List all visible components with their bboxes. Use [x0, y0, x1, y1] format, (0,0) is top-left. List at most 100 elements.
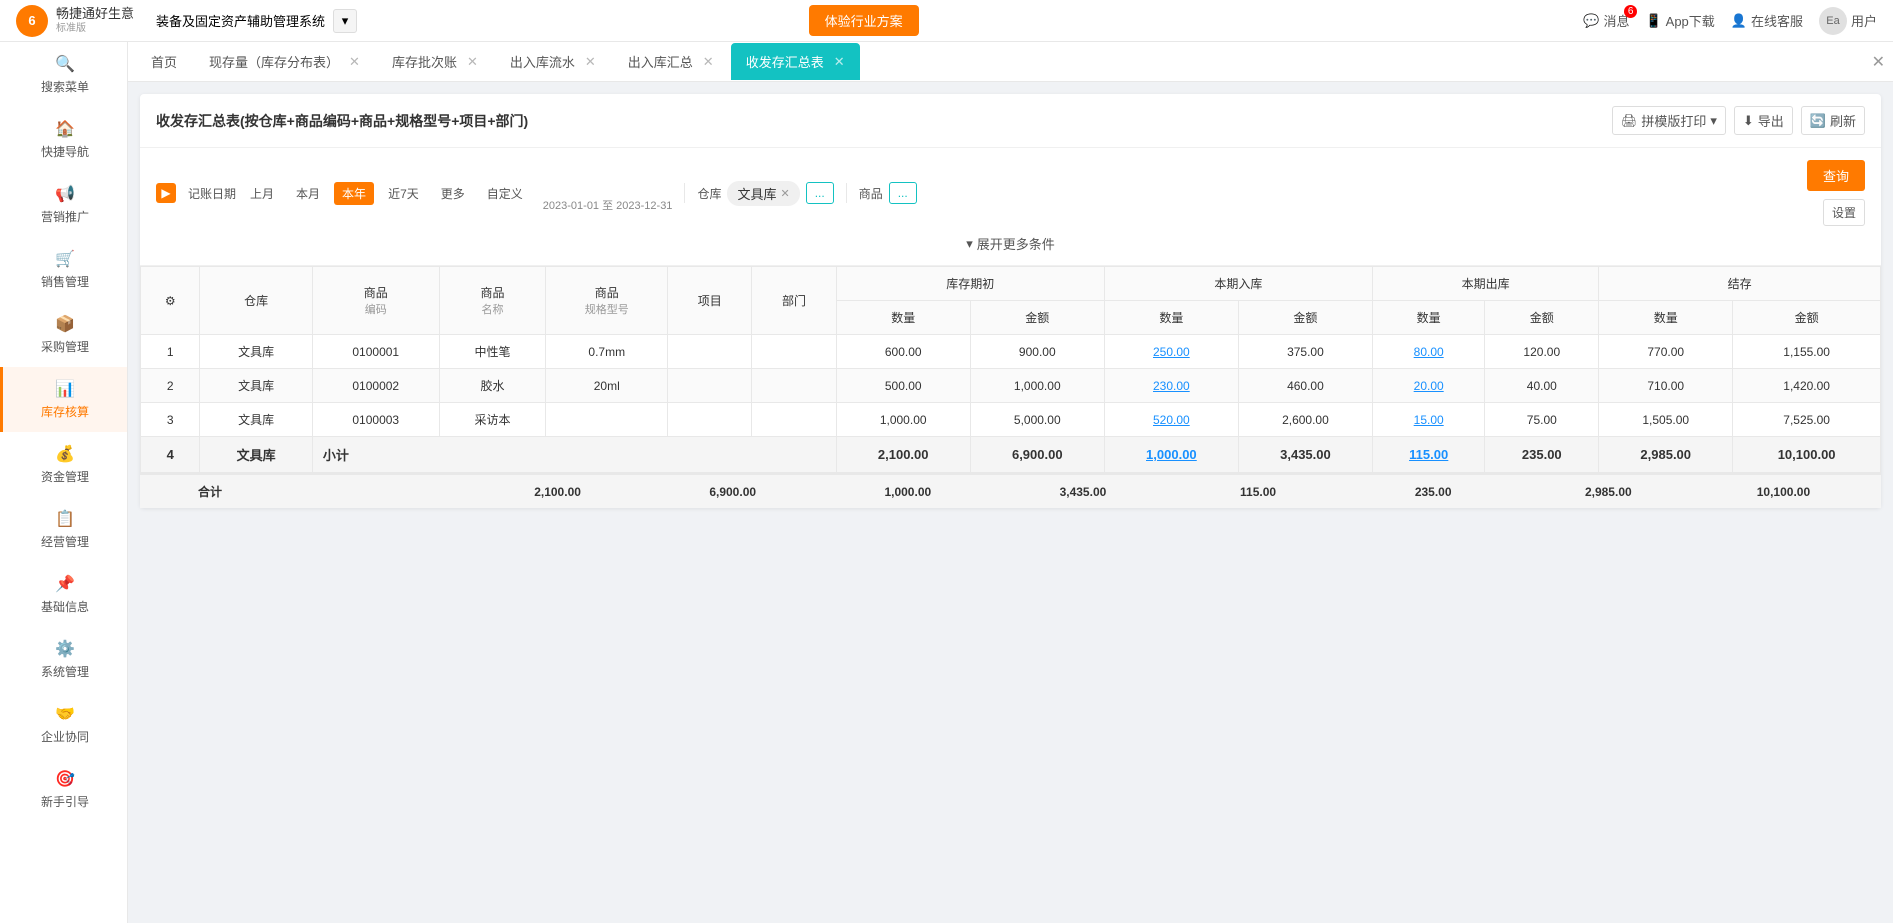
th-settings[interactable]: ⚙ — [141, 267, 200, 335]
tab-inventory-dist-close[interactable]: ✕ — [349, 54, 360, 70]
row-name: 胶水 — [439, 369, 546, 403]
row-bal-amt: 7,525.00 — [1733, 403, 1881, 437]
sub-in-qty[interactable]: 1,000.00 — [1104, 437, 1238, 473]
app-download-item[interactable]: 📱 App下载 — [1645, 11, 1714, 30]
expand-label: 展开更多条件 — [977, 234, 1055, 253]
row-code: 0100002 — [312, 369, 439, 403]
enterprise-icon: 🤝 — [55, 704, 75, 724]
th-warehouse: 仓库 — [200, 267, 312, 335]
sub-in-amt: 3,435.00 — [1238, 437, 1372, 473]
sub-out-qty[interactable]: 115.00 — [1372, 437, 1484, 473]
operation-icon: 📋 — [55, 509, 75, 529]
online-service-item[interactable]: 👤 在线客服 — [1731, 11, 1803, 30]
goods-filter-field: 商品 ... — [859, 182, 917, 204]
date-label: 记账日期 — [188, 185, 236, 202]
sidebar-item-quicknav[interactable]: 🏠 快捷导航 — [0, 107, 127, 172]
sidebar-item-basic[interactable]: 📌 基础信息 — [0, 562, 127, 627]
tab-inout-flow[interactable]: 出入库流水 ✕ — [495, 43, 611, 80]
user-item[interactable]: Ea 用户 — [1819, 7, 1877, 35]
print-btn[interactable]: 🖨 拼模版打印 ▾ — [1612, 106, 1726, 135]
app-icon: 📱 — [1645, 13, 1661, 29]
row-init-qty: 600.00 — [836, 335, 970, 369]
sidebar-item-inventory[interactable]: 📊 库存核算 — [0, 367, 127, 432]
tab-recv-send-close[interactable]: ✕ — [834, 54, 845, 70]
date-btn-last-month[interactable]: 上月 — [242, 182, 282, 205]
settings-button[interactable]: 设置 — [1823, 199, 1865, 226]
sidebar-item-enterprise[interactable]: 🤝 企业协同 — [0, 692, 127, 757]
row-spec: 20ml — [546, 369, 668, 403]
tab-home[interactable]: 首页 — [136, 43, 192, 80]
title-actions: 🖨 拼模版打印 ▾ ⬇ 导出 🔄 刷新 — [1612, 106, 1865, 135]
query-button[interactable]: 查询 — [1807, 160, 1865, 191]
expand-conditions-btn[interactable]: ▾ 展开更多条件 — [966, 234, 1055, 253]
sidebar-item-system[interactable]: ⚙️ 系统管理 — [0, 627, 127, 692]
sidebar-inventory-label: 库存核算 — [41, 403, 89, 420]
tab-batch-ledger-close[interactable]: ✕ — [467, 54, 478, 70]
tab-bar-close-all[interactable]: ✕ — [1872, 52, 1885, 72]
sub-init-amt: 6,900.00 — [970, 437, 1104, 473]
filter-area: ▶ 记账日期 上月 本月 本年 近7天 更多 自定义 — [140, 148, 1881, 266]
th-project: 项目 — [668, 267, 752, 335]
th-in-stock: 本期入库 — [1104, 267, 1372, 301]
content-area: 首页 现存量（库存分布表） ✕ 库存批次账 ✕ 出入库流水 ✕ 出入库汇总 ✕ … — [128, 42, 1893, 923]
row-spec — [546, 403, 668, 437]
warehouse-tag-close[interactable]: ✕ — [780, 187, 789, 200]
sidebar-search-label: 搜索菜单 — [41, 78, 89, 95]
sidebar-item-operation[interactable]: 📋 经营管理 — [0, 497, 127, 562]
th-name: 商品名称 — [439, 267, 546, 335]
row-dept — [752, 335, 836, 369]
experience-button[interactable]: 体验行业方案 — [809, 5, 919, 36]
message-badge: 6 — [1624, 5, 1638, 18]
th-out-amt: 金额 — [1485, 301, 1599, 335]
sidebar-item-sales[interactable]: 🛒 销售管理 — [0, 237, 127, 302]
sidebar-item-finance[interactable]: 💰 资金管理 — [0, 432, 127, 497]
date-btn-this-month[interactable]: 本月 — [288, 182, 328, 205]
tab-inventory-dist[interactable]: 现存量（库存分布表） ✕ — [194, 43, 375, 80]
sidebar-operation-label: 经营管理 — [41, 533, 89, 550]
tab-inout-flow-close[interactable]: ✕ — [585, 54, 596, 70]
tab-recv-send[interactable]: 收发存汇总表 ✕ — [731, 43, 860, 80]
total-bal-amt: 10,100.00 — [1696, 485, 1871, 499]
date-btn-this-year[interactable]: 本年 — [334, 182, 374, 205]
row-in-qty[interactable]: 230.00 — [1104, 369, 1238, 403]
total-out-amt: 235.00 — [1346, 485, 1521, 499]
row-in-amt: 460.00 — [1238, 369, 1372, 403]
row-name: 采访本 — [439, 403, 546, 437]
warehouse-tag-text: 文具库 — [737, 184, 776, 203]
sidebar-item-guide[interactable]: 🎯 新手引导 — [0, 757, 127, 822]
row-in-qty[interactable]: 520.00 — [1104, 403, 1238, 437]
tab-inout-summary[interactable]: 出入库汇总 ✕ — [613, 43, 729, 80]
message-item[interactable]: 💬 消息 6 — [1583, 11, 1629, 30]
sidebar-item-marketing[interactable]: 📢 营销推广 — [0, 172, 127, 237]
th-bal-amt: 金额 — [1733, 301, 1881, 335]
date-btn-more[interactable]: 更多 — [433, 182, 473, 205]
app-download-label: App下载 — [1666, 11, 1715, 30]
date-btn-custom[interactable]: 自定义 — [479, 182, 531, 205]
print-icon: 🖨 — [1621, 113, 1638, 129]
filter-toggle-arrow[interactable]: ▶ — [156, 183, 176, 203]
date-btn-7days[interactable]: 近7天 — [380, 182, 427, 205]
tab-inout-summary-close[interactable]: ✕ — [703, 54, 714, 70]
tab-batch-ledger[interactable]: 库存批次账 ✕ — [377, 43, 493, 80]
row-init-qty: 500.00 — [836, 369, 970, 403]
sidebar-item-search[interactable]: 🔍 搜索菜单 — [0, 42, 127, 107]
logo-area: 6 畅捷通好生意 标准版 — [16, 5, 144, 37]
row-out-qty[interactable]: 80.00 — [1372, 335, 1484, 369]
warehouse-more-btn[interactable]: ... — [806, 182, 834, 204]
brand-name: 畅捷通好生意 — [56, 6, 134, 23]
row-no: 1 — [141, 335, 200, 369]
sidebar-marketing-label: 营销推广 — [41, 208, 89, 225]
filter-separator-1 — [684, 183, 685, 203]
row-in-qty[interactable]: 250.00 — [1104, 335, 1238, 369]
top-header: 6 畅捷通好生意 标准版 装备及固定资产辅助管理系统 ▾ 体验行业方案 💬 消息… — [0, 0, 1893, 42]
row-out-qty[interactable]: 15.00 — [1372, 403, 1484, 437]
goods-more-btn[interactable]: ... — [889, 182, 917, 204]
refresh-btn[interactable]: 🔄 刷新 — [1801, 106, 1865, 135]
system-dropdown-btn[interactable]: ▾ — [333, 9, 357, 33]
sidebar-finance-label: 资金管理 — [41, 468, 89, 485]
sidebar-item-purchase[interactable]: 📦 采购管理 — [0, 302, 127, 367]
row-out-qty[interactable]: 20.00 — [1372, 369, 1484, 403]
row-bal-amt: 1,420.00 — [1733, 369, 1881, 403]
tab-recv-send-label: 收发存汇总表 — [746, 52, 824, 71]
export-btn[interactable]: ⬇ 导出 — [1734, 106, 1793, 135]
